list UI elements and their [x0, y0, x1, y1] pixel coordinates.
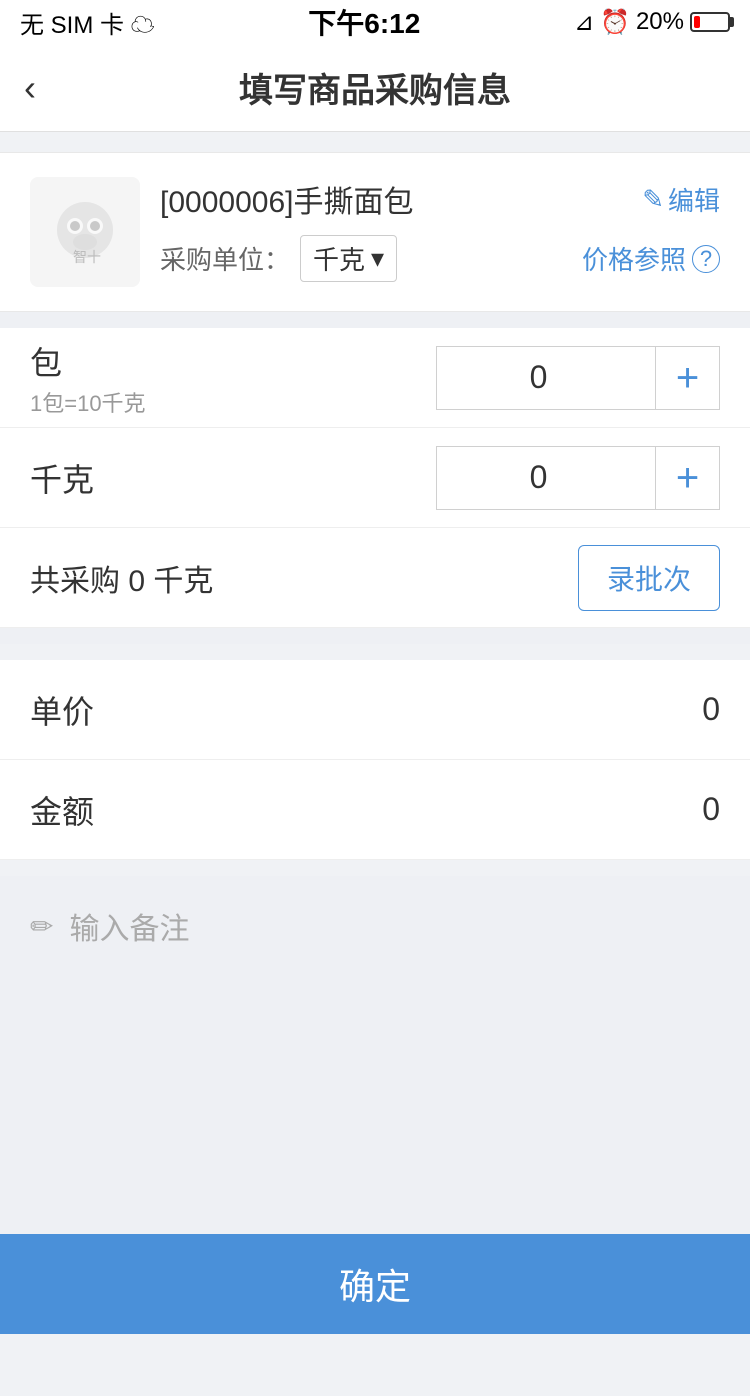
unit-price-row: 单价 0 — [0, 660, 750, 760]
price-ref-button[interactable]: 价格参照 ? — [582, 240, 720, 277]
sim-status: 无 SIM 卡 ☁ — [20, 5, 155, 40]
purchase-unit-label: 采购单位： — [160, 240, 290, 277]
alarm-icon: ⏰ — [600, 8, 630, 37]
status-bar: 无 SIM 卡 ☁ 下午6:12 ⊿ ⏰ 20% — [0, 0, 750, 44]
amount-row: 金额 0 — [0, 760, 750, 860]
nav-bar: ‹ 填写商品采购信息 — [0, 44, 750, 132]
confirm-bar[interactable]: 确定 — [0, 1234, 750, 1334]
product-card: 智十 [0000006]手撕面包 ✎ 编辑 采购单位： 千克 ▾ — [0, 152, 750, 312]
kg-label: 千克 — [30, 455, 110, 501]
summary-row: 共采购 0 千克 录批次 — [0, 528, 750, 628]
price-section: 单价 0 金额 0 — [0, 660, 750, 860]
pencil-icon: ✏ — [30, 910, 53, 943]
notes-placeholder: 输入备注 — [69, 904, 189, 948]
svg-text:智十: 智十 — [73, 249, 101, 265]
kg-number-input[interactable] — [436, 446, 656, 510]
separator-1 — [0, 312, 750, 328]
location-icon: ⊿ — [574, 8, 594, 37]
notes-section[interactable]: ✏ 输入备注 — [0, 876, 750, 976]
edit-button[interactable]: ✎ 编辑 — [642, 181, 720, 218]
dropdown-arrow-icon: ▾ — [371, 243, 384, 274]
price-ref-help-icon: ? — [692, 245, 720, 273]
product-top-row: [0000006]手撕面包 ✎ 编辑 — [160, 177, 720, 221]
back-button[interactable]: ‹ — [24, 67, 36, 109]
product-image: 智十 — [30, 177, 140, 287]
product-info: [0000006]手撕面包 ✎ 编辑 采购单位： 千克 ▾ 价格参照 ? — [160, 177, 720, 282]
bag-label: 包 — [30, 338, 146, 384]
bag-input-row: 包 1包=10千克 + — [0, 328, 750, 428]
unit-dropdown[interactable]: 千克 ▾ — [300, 235, 397, 282]
kg-input-right: + — [110, 446, 720, 510]
amount-label: 金额 — [30, 787, 94, 833]
kg-plus-button[interactable]: + — [656, 446, 720, 510]
summary-text: 共采购 0 千克 — [30, 556, 213, 600]
product-thumbnail-icon: 智十 — [45, 192, 125, 272]
batch-button[interactable]: 录批次 — [578, 545, 720, 611]
kg-input-row: 千克 + — [0, 428, 750, 528]
page-title: 填写商品采购信息 — [239, 63, 511, 112]
back-icon: ‹ — [24, 67, 36, 109]
unit-price-label: 单价 — [30, 687, 94, 733]
confirm-label: 确定 — [339, 1258, 411, 1310]
status-left: 无 SIM 卡 ☁ — [20, 5, 155, 40]
unit-value: 千克 — [313, 240, 365, 277]
input-section: 包 1包=10千克 + 千克 + 共采购 0 千克 录批次 — [0, 328, 750, 628]
bag-label-container: 包 1包=10千克 — [30, 338, 146, 418]
unit-price-value: 0 — [702, 691, 720, 728]
bag-plus-button[interactable]: + — [656, 346, 720, 410]
edit-icon: ✎ — [642, 184, 664, 215]
product-name: [0000006]手撕面包 — [160, 177, 413, 221]
bag-number-input[interactable] — [436, 346, 656, 410]
purchase-unit: 采购单位： 千克 ▾ — [160, 235, 397, 282]
price-ref-label: 价格参照 — [582, 240, 686, 277]
separator-2 — [0, 628, 750, 644]
product-bottom-row: 采购单位： 千克 ▾ 价格参照 ? — [160, 235, 720, 282]
bag-input-right: + — [146, 346, 720, 410]
battery-percent: 20% — [636, 8, 684, 36]
status-right: ⊿ ⏰ 20% — [574, 8, 730, 37]
amount-value: 0 — [702, 791, 720, 828]
edit-label: 编辑 — [668, 181, 720, 218]
status-time: 下午6:12 — [308, 2, 420, 42]
kg-label-container: 千克 — [30, 455, 110, 501]
bag-sub-label: 1包=10千克 — [30, 386, 146, 418]
battery-icon — [690, 12, 730, 32]
